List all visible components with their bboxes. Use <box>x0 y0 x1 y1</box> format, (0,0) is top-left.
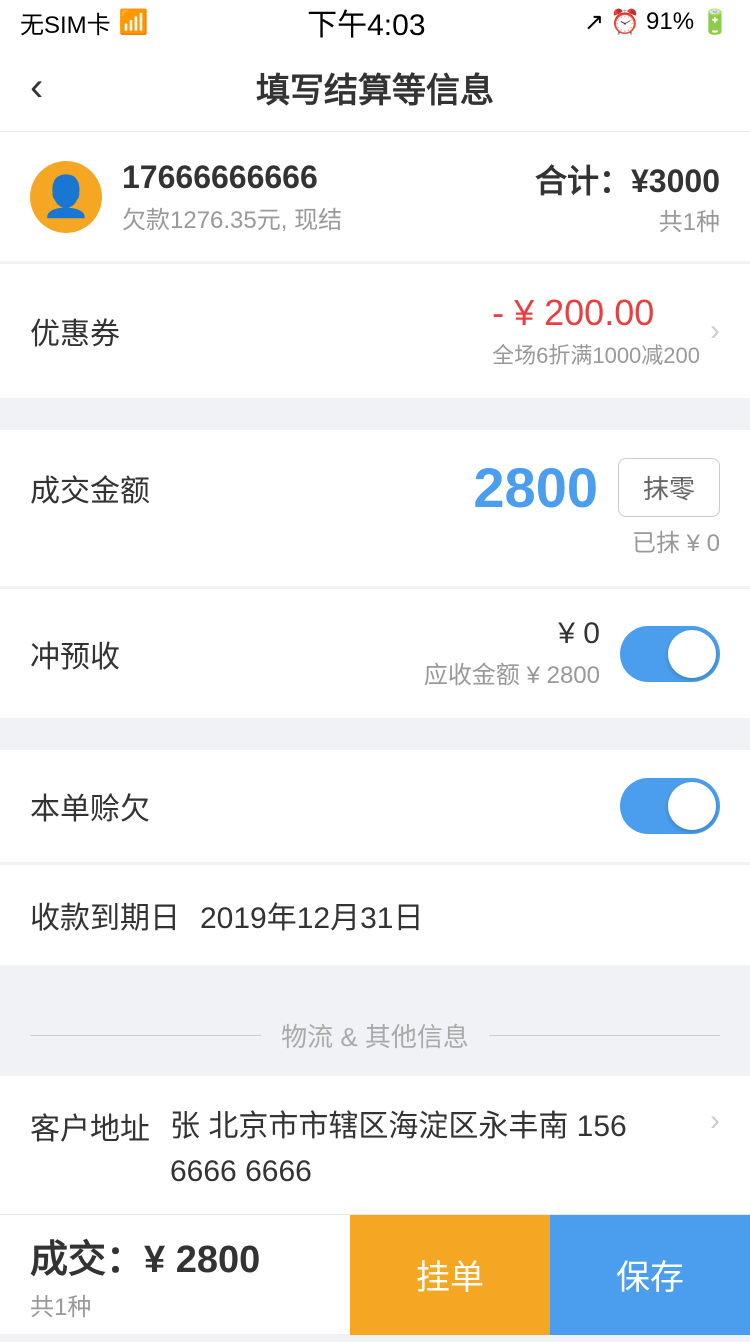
advance-sub: 应收金额 ¥ 2800 <box>424 655 600 690</box>
customer-section: 👤 17666666666 欠款1276.35元, 现结 合计：¥3000 共1… <box>0 132 750 261</box>
bottom-bar: 成交：¥ 2800 共1种 挂单 保存 <box>0 1214 750 1334</box>
total-amount: 合计：¥3000 <box>535 156 720 202</box>
advance-row: 冲预收 ¥ 0 应收金额 ¥ 2800 <box>30 617 720 690</box>
coupon-desc: 全场6折满1000减200 <box>492 338 700 370</box>
divider-line-right <box>489 1035 720 1036</box>
customer-phone: 17666666666 <box>122 159 342 196</box>
advance-amount-block: ¥ 0 应收金额 ¥ 2800 <box>424 617 600 690</box>
coupon-info: - ¥ 200.00 全场6折满1000减200 <box>492 292 700 370</box>
advance-toggle[interactable] <box>620 626 720 682</box>
avatar: 👤 <box>30 161 102 233</box>
battery-text: 91% <box>646 8 694 36</box>
status-bar: 无SIM卡 📶 下午4:03 ↗ ⏰ 91% 🔋 <box>0 0 750 44</box>
logistics-label: 物流 & 其他信息 <box>281 1017 469 1054</box>
debit-toggle-knob <box>668 782 716 830</box>
deal-right: 2800 抹零 <box>473 458 720 517</box>
page-title: 填写结算等信息 <box>256 63 494 112</box>
address-label: 客户地址 <box>30 1104 150 1148</box>
debit-label: 本单赊欠 <box>30 784 150 828</box>
bottom-info: 成交：¥ 2800 共1种 <box>0 1228 350 1322</box>
coupon-section[interactable]: 优惠券 - ¥ 200.00 全场6折满1000减200 › <box>0 263 750 398</box>
section-divider-2 <box>0 734 750 750</box>
duedate-row: 收款到期日 2019年12月31日 <box>30 893 720 937</box>
divider-line-left <box>30 1035 261 1036</box>
address-chevron-icon: › <box>710 1104 720 1138</box>
debit-toggle[interactable] <box>620 778 720 834</box>
coupon-discount: - ¥ 200.00 <box>492 292 700 334</box>
logistics-divider: 物流 & 其他信息 <box>0 997 750 1074</box>
customer-sub: 欠款1276.35元, 现结 <box>122 200 342 235</box>
customer-right: 合计：¥3000 共1种 <box>535 156 720 237</box>
address-value: 张 北京市市辖区海淀区永丰南 156 6666 6666 <box>170 1104 700 1194</box>
address-section[interactable]: 客户地址 张 北京市市辖区海淀区永丰南 156 6666 6666 › <box>0 1076 750 1222</box>
advance-amount: ¥ 0 <box>424 617 600 651</box>
bottom-deal-amount: ¥ 2800 <box>144 1239 260 1281</box>
hang-button[interactable]: 挂单 <box>350 1215 550 1335</box>
section-divider-1 <box>0 414 750 430</box>
deal-label: 成交金额 <box>30 466 150 510</box>
status-left: 无SIM卡 📶 <box>20 5 149 40</box>
toggle-knob <box>668 630 716 678</box>
total-count: 共1种 <box>535 202 720 237</box>
deal-sub: 已抹 ¥ 0 <box>30 523 720 558</box>
advance-section: 冲预收 ¥ 0 应收金额 ¥ 2800 <box>0 588 750 718</box>
duedate-section: 收款到期日 2019年12月31日 <box>0 864 750 965</box>
back-button[interactable]: ‹ <box>30 65 43 110</box>
coupon-label: 优惠券 <box>30 309 120 353</box>
deal-section: 成交金额 2800 抹零 已抹 ¥ 0 <box>0 430 750 586</box>
section-divider-3 <box>0 981 750 997</box>
deal-row: 成交金额 2800 抹零 <box>30 458 720 517</box>
duedate-label: 收款到期日 <box>30 893 180 937</box>
bottom-deal-label: 成交： <box>30 1239 144 1281</box>
debit-section: 本单赊欠 <box>0 750 750 862</box>
customer-info: 17666666666 欠款1276.35元, 现结 <box>122 159 342 235</box>
signal-text: 无SIM卡 <box>20 5 111 40</box>
wifi-icon: 📶 <box>119 8 149 37</box>
coupon-right: - ¥ 200.00 全场6折满1000减200 › <box>492 292 720 370</box>
alarm-icon: ⏰ <box>610 8 640 37</box>
avatar-icon: 👤 <box>41 173 91 220</box>
advance-label: 冲预收 <box>30 632 120 676</box>
location-icon: ↗ <box>584 8 604 37</box>
nav-bar: ‹ 填写结算等信息 <box>0 44 750 132</box>
customer-left: 👤 17666666666 欠款1276.35元, 现结 <box>30 159 342 235</box>
deal-amount-value: 2800 <box>473 460 598 516</box>
time-display: 下午4:03 <box>307 0 425 44</box>
bottom-count: 共1种 <box>30 1287 320 1322</box>
bottom-deal: 成交：¥ 2800 <box>30 1228 320 1283</box>
duedate-value: 2019年12月31日 <box>200 893 423 937</box>
save-button[interactable]: 保存 <box>550 1215 750 1335</box>
round-button[interactable]: 抹零 <box>618 458 720 517</box>
battery-icon: 🔋 <box>700 8 730 37</box>
chevron-right-icon: › <box>710 314 720 348</box>
status-right: ↗ ⏰ 91% 🔋 <box>584 8 730 37</box>
advance-right: ¥ 0 应收金额 ¥ 2800 <box>424 617 720 690</box>
